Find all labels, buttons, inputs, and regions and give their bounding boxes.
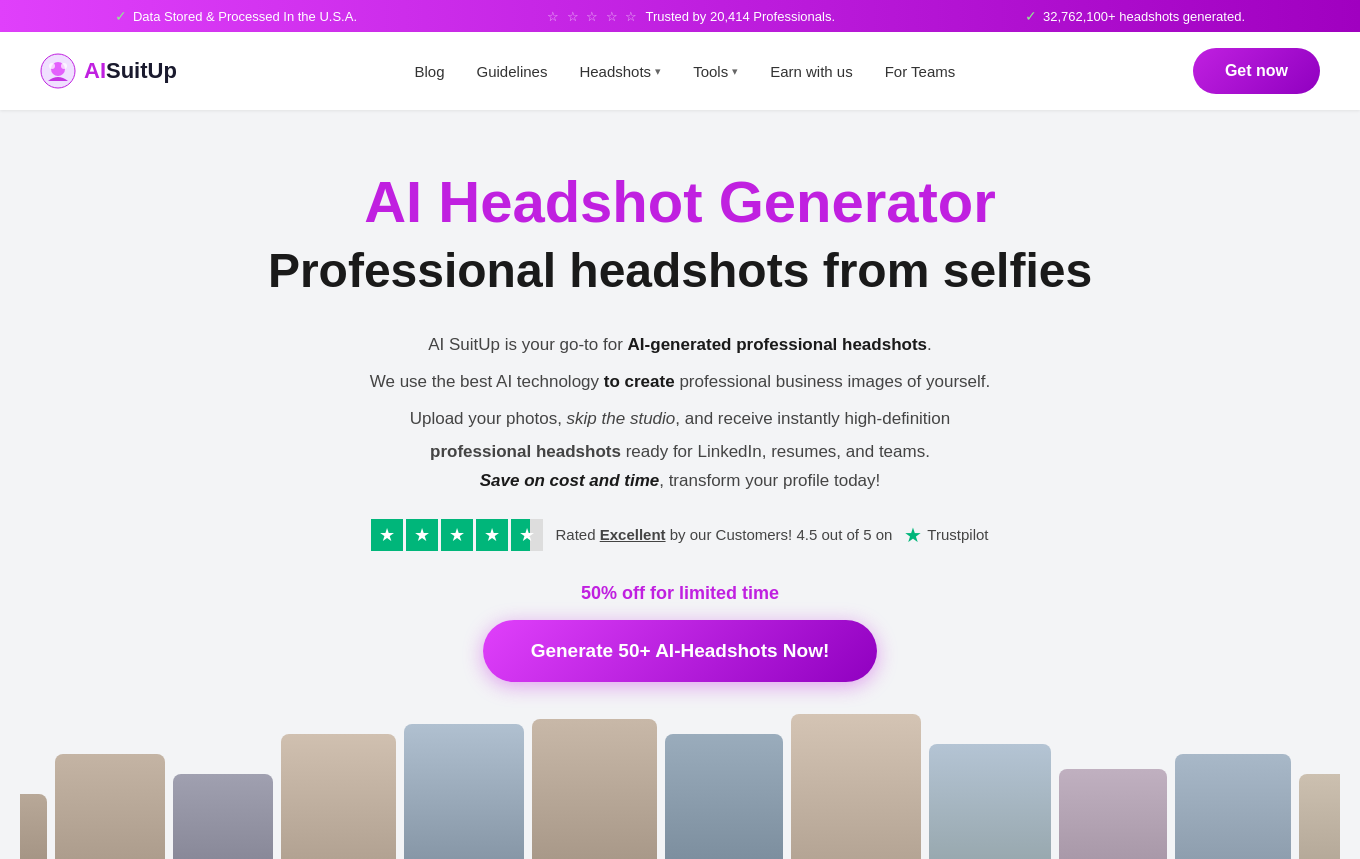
headshot-6 [532, 719, 657, 859]
offer-text: 50% off for limited time [20, 583, 1340, 604]
trustpilot-row: ★ ★ ★ ★ ★ Rated Excellent by our Custome… [20, 519, 1340, 551]
logo[interactable]: AISuitUp [40, 53, 177, 89]
headshot-9 [929, 744, 1051, 859]
hero-desc-1: AI SuitUp is your go-to for AI-generated… [20, 331, 1340, 360]
nav-headshots[interactable]: Headshots ▾ [567, 55, 673, 88]
star-3: ★ [441, 519, 473, 551]
trustpilot-logo: ★ Trustpilot [904, 523, 988, 547]
banner-text-3: 32,762,100+ headshots generated. [1043, 9, 1245, 24]
banner-stars: ☆ ☆ ☆ ☆ ☆ [547, 9, 639, 24]
headshot-11 [1175, 754, 1291, 859]
svg-point-3 [61, 63, 67, 69]
headshot-7 [665, 734, 783, 859]
banner-text-2: Trusted by 20,414 Professionals. [645, 9, 835, 24]
hero-save-text: Save on cost and time, transform your pr… [20, 471, 1340, 491]
get-now-button[interactable]: Get now [1193, 48, 1320, 94]
banner-text-1: Data Stored & Processed In the U.S.A. [133, 9, 357, 24]
headshot-4 [281, 734, 396, 859]
hero-desc-4: professional headshots ready for LinkedI… [20, 438, 1340, 467]
hero-title-colored: AI Headshot Generator [20, 170, 1340, 234]
headshot-10 [1059, 769, 1167, 859]
headshot-3 [173, 774, 273, 859]
generate-button[interactable]: Generate 50+ AI-Headshots Now! [483, 620, 878, 682]
banner-item-1: ✓ Data Stored & Processed In the U.S.A. [115, 8, 357, 24]
star-4: ★ [476, 519, 508, 551]
trustpilot-text: Rated Excellent by our Customers! 4.5 ou… [555, 526, 892, 543]
banner-item-3: ✓ 32,762,100+ headshots generated. [1025, 8, 1245, 24]
svg-point-2 [49, 63, 55, 69]
nav-tools[interactable]: Tools ▾ [681, 55, 750, 88]
check-icon-1: ✓ [115, 8, 127, 24]
check-icon-2: ✓ [1025, 8, 1037, 24]
headshot-8 [791, 714, 921, 859]
tools-chevron-icon: ▾ [732, 65, 738, 78]
headshot-2 [55, 754, 165, 859]
nav-blog[interactable]: Blog [402, 55, 456, 88]
nav-teams[interactable]: For Teams [873, 55, 968, 88]
star-5-half: ★ [511, 519, 543, 551]
hero-desc-2: We use the best AI technology to create … [20, 368, 1340, 397]
trustpilot-stars: ★ ★ ★ ★ ★ [371, 519, 543, 551]
logo-icon [40, 53, 76, 89]
hero-desc-3: Upload your photos, skip the studio, and… [20, 405, 1340, 434]
headshot-gallery [20, 714, 1340, 859]
navbar: AISuitUp Blog Guidelines Headshots ▾ Too… [0, 32, 1360, 110]
hero-section: AI Headshot Generator Professional heads… [0, 110, 1360, 859]
headshot-5 [404, 724, 524, 859]
headshot-1 [20, 794, 47, 859]
top-banner: ✓ Data Stored & Processed In the U.S.A. … [0, 0, 1360, 32]
star-2: ★ [406, 519, 438, 551]
nav-earn[interactable]: Earn with us [758, 55, 865, 88]
headshot-12 [1299, 774, 1341, 859]
nav-links: Blog Guidelines Headshots ▾ Tools ▾ Earn… [402, 55, 967, 88]
hero-title-black: Professional headshots from selfies [20, 242, 1340, 300]
headshots-chevron-icon: ▾ [655, 65, 661, 78]
star-1: ★ [371, 519, 403, 551]
trustpilot-tp-star: ★ [904, 523, 922, 547]
banner-item-2: ☆ ☆ ☆ ☆ ☆ Trusted by 20,414 Professional… [547, 9, 835, 24]
logo-text: AISuitUp [84, 58, 177, 84]
nav-guidelines[interactable]: Guidelines [465, 55, 560, 88]
